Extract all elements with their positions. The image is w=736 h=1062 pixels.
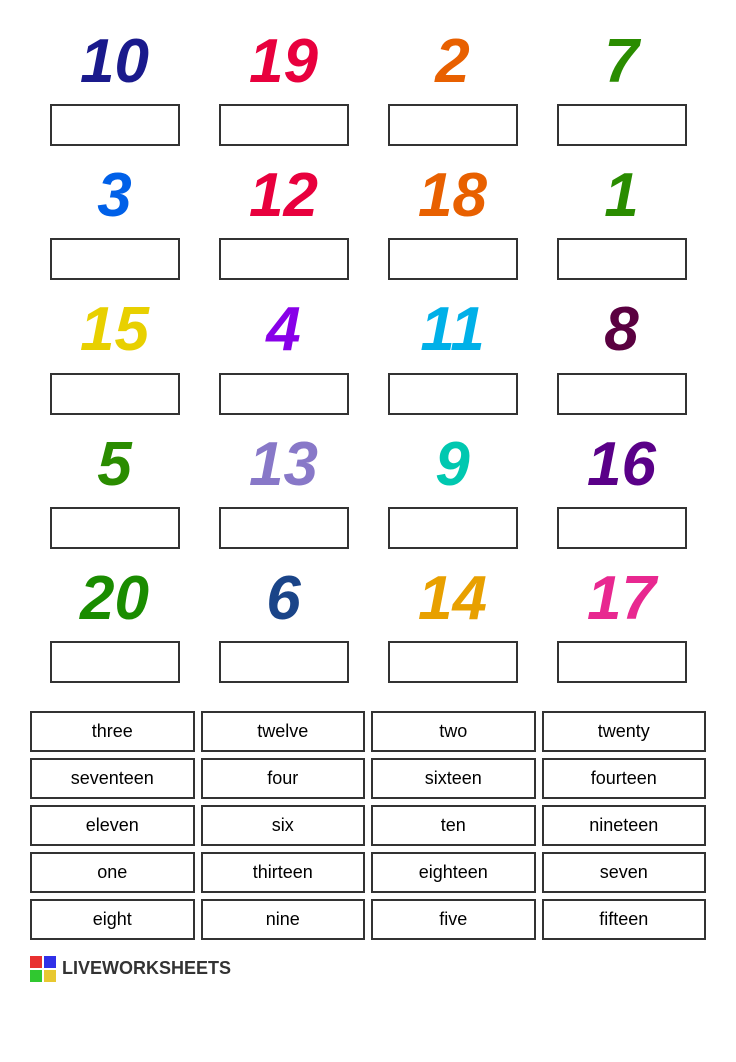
number-cell-20: 20 <box>30 557 199 691</box>
footer: LIVEWORKSHEETS <box>30 956 706 982</box>
number-cell-5: 5 <box>30 423 199 557</box>
number-cell-14: 14 <box>368 557 537 691</box>
number-display-14: 14 <box>418 565 487 633</box>
answer-input-15[interactable] <box>50 373 180 415</box>
answer-input-12[interactable] <box>219 238 349 280</box>
number-display-11: 11 <box>420 296 484 364</box>
number-cell-17: 17 <box>537 557 706 691</box>
word-box-four[interactable]: four <box>201 758 366 799</box>
answer-input-7[interactable] <box>557 104 687 146</box>
word-box-eight[interactable]: eight <box>30 899 195 940</box>
number-display-17: 17 <box>587 565 656 633</box>
answer-input-17[interactable] <box>557 641 687 683</box>
number-display-16: 16 <box>587 431 656 499</box>
number-display-5: 5 <box>97 431 131 499</box>
word-box-nine[interactable]: nine <box>201 899 366 940</box>
answer-input-6[interactable] <box>219 641 349 683</box>
number-cell-2: 2 <box>368 20 537 154</box>
number-cell-11: 11 <box>368 288 537 422</box>
answer-input-14[interactable] <box>388 641 518 683</box>
answer-input-10[interactable] <box>50 104 180 146</box>
number-display-7: 7 <box>604 28 638 96</box>
answer-input-8[interactable] <box>557 373 687 415</box>
answer-input-4[interactable] <box>219 373 349 415</box>
numbers-grid: 10 19 2 7 3 12 18 1 15 4 11 8 5 13 9 16 20 6 14 17 <box>30 20 706 691</box>
answer-input-16[interactable] <box>557 507 687 549</box>
number-cell-18: 18 <box>368 154 537 288</box>
number-display-20: 20 <box>80 565 149 633</box>
number-cell-3: 3 <box>30 154 199 288</box>
word-box-seventeen[interactable]: seventeen <box>30 758 195 799</box>
number-display-19: 19 <box>249 28 318 96</box>
word-box-fifteen[interactable]: fifteen <box>542 899 707 940</box>
number-cell-12: 12 <box>199 154 368 288</box>
word-box-twenty[interactable]: twenty <box>542 711 707 752</box>
words-grid: threetwelvetwotwenty seventeenfoursixteen… <box>30 711 706 940</box>
number-display-18: 18 <box>418 162 487 230</box>
answer-input-1[interactable] <box>557 238 687 280</box>
word-box-five[interactable]: five <box>371 899 536 940</box>
number-display-10: 10 <box>80 28 149 96</box>
number-cell-13: 13 <box>199 423 368 557</box>
word-box-ten[interactable]: ten <box>371 805 536 846</box>
answer-input-3[interactable] <box>50 238 180 280</box>
number-cell-19: 19 <box>199 20 368 154</box>
word-box-one[interactable]: one <box>30 852 195 893</box>
number-display-12: 12 <box>249 162 318 230</box>
number-cell-1: 1 <box>537 154 706 288</box>
answer-input-19[interactable] <box>219 104 349 146</box>
number-display-6: 6 <box>266 565 300 633</box>
number-cell-8: 8 <box>537 288 706 422</box>
word-box-three[interactable]: three <box>30 711 195 752</box>
number-display-2: 2 <box>435 28 469 96</box>
number-display-8: 8 <box>604 296 638 364</box>
number-display-3: 3 <box>97 162 131 230</box>
word-box-fourteen[interactable]: fourteen <box>542 758 707 799</box>
number-cell-10: 10 <box>30 20 199 154</box>
answer-input-5[interactable] <box>50 507 180 549</box>
word-box-thirteen[interactable]: thirteen <box>201 852 366 893</box>
number-cell-16: 16 <box>537 423 706 557</box>
number-display-4: 4 <box>266 296 300 364</box>
answer-input-2[interactable] <box>388 104 518 146</box>
word-box-six[interactable]: six <box>201 805 366 846</box>
number-cell-9: 9 <box>368 423 537 557</box>
number-cell-15: 15 <box>30 288 199 422</box>
answer-input-18[interactable] <box>388 238 518 280</box>
word-box-eleven[interactable]: eleven <box>30 805 195 846</box>
answer-input-20[interactable] <box>50 641 180 683</box>
word-box-seven[interactable]: seven <box>542 852 707 893</box>
answer-input-9[interactable] <box>388 507 518 549</box>
word-box-sixteen[interactable]: sixteen <box>371 758 536 799</box>
number-display-13: 13 <box>249 431 318 499</box>
number-cell-4: 4 <box>199 288 368 422</box>
word-box-eighteen[interactable]: eighteen <box>371 852 536 893</box>
logo: LIVEWORKSHEETS <box>30 956 231 982</box>
word-box-two[interactable]: two <box>371 711 536 752</box>
word-box-twelve[interactable]: twelve <box>201 711 366 752</box>
word-box-nineteen[interactable]: nineteen <box>542 805 707 846</box>
number-cell-7: 7 <box>537 20 706 154</box>
number-display-15: 15 <box>80 296 149 364</box>
footer-text: LIVEWORKSHEETS <box>62 958 231 979</box>
number-cell-6: 6 <box>199 557 368 691</box>
number-display-1: 1 <box>604 162 638 230</box>
number-display-9: 9 <box>435 431 469 499</box>
answer-input-11[interactable] <box>388 373 518 415</box>
answer-input-13[interactable] <box>219 507 349 549</box>
